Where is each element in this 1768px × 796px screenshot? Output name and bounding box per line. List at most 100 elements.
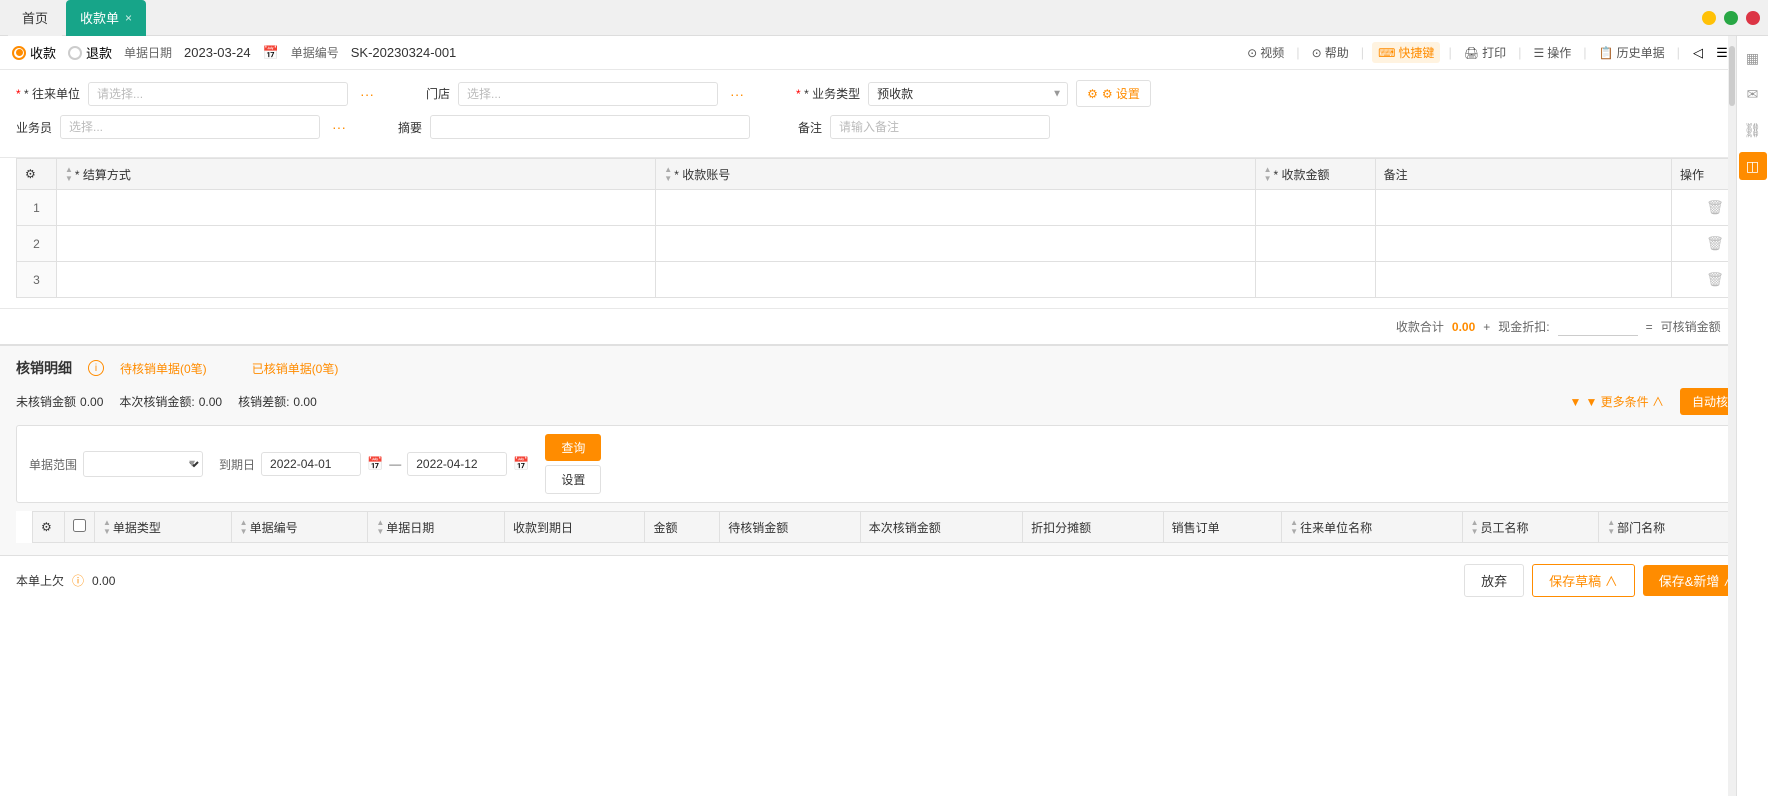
row-3-remark[interactable]	[1375, 262, 1671, 298]
radio-refund[interactable]: 退款	[68, 43, 112, 62]
discount-input[interactable]	[1558, 317, 1638, 336]
date-from-cal-icon[interactable]: 📅	[367, 456, 383, 472]
sidebar-active-icon[interactable]: ◫	[1739, 152, 1767, 180]
staff-more-btn[interactable]: ···	[328, 119, 350, 135]
verify-info-icon[interactable]: i	[88, 360, 104, 376]
settings-btn[interactable]: ⚙ ⚙ 设置	[1076, 80, 1151, 107]
tab-active[interactable]: 收款单 ×	[66, 0, 146, 36]
staff-input[interactable]	[60, 115, 320, 139]
staff-label: 业务员	[16, 119, 52, 136]
current-value: 0.00	[199, 395, 222, 409]
shop-input[interactable]	[458, 82, 718, 106]
help-btn[interactable]: ⊙ 帮助	[1308, 42, 1353, 63]
current-stat: 本次核销金额: 0.00	[119, 393, 222, 410]
history-btn[interactable]: 📋 历史单据	[1595, 42, 1669, 63]
row-1-amount[interactable]	[1255, 190, 1375, 226]
remark-input[interactable]	[830, 115, 1050, 139]
lower-table: ⚙ ▲▼ 单据类型 ▲▼	[32, 511, 1736, 543]
save-new-btn-label: 保存&新增 ∧	[1659, 571, 1736, 590]
scrollbar-thumb[interactable]	[1729, 46, 1735, 106]
table-row: 1 🗑 ⊞	[17, 190, 1752, 226]
minimize-btn[interactable]	[1702, 11, 1716, 25]
remark-label: 备注	[798, 119, 822, 136]
close-btn[interactable]	[1746, 11, 1760, 25]
tab-home[interactable]: 首页	[8, 0, 62, 36]
date-to-cal-icon[interactable]: 📅	[513, 456, 529, 472]
summary-label: 摘要	[398, 119, 422, 136]
current-label: 本次核销金额:	[119, 393, 194, 410]
lower-col-dept: ▲▼ 部门名称	[1599, 512, 1736, 543]
summary-input[interactable]	[430, 115, 750, 139]
row-1-remark[interactable]	[1375, 190, 1671, 226]
col-account: ▲▼ * 收款账号	[656, 159, 1255, 190]
row-3-amount[interactable]	[1255, 262, 1375, 298]
calendar-icon[interactable]: 📅	[263, 45, 279, 61]
row-2-account[interactable]	[656, 226, 1255, 262]
range-filter: 单据范围 ▼	[29, 451, 203, 477]
tab-close-btn[interactable]: ×	[125, 11, 132, 25]
discard-btn[interactable]: 放弃	[1464, 564, 1524, 597]
row-3-delete-icon[interactable]: 🗑	[1706, 271, 1724, 287]
partner-more-btn[interactable]: ···	[356, 86, 378, 102]
footer-info-icon[interactable]: ⓘ	[72, 572, 84, 589]
table-row: 2 🗑 ⊞	[17, 226, 1752, 262]
video-btn[interactable]: ⊙ 视频	[1243, 42, 1288, 63]
filter-settings-btn[interactable]: 设置	[545, 465, 601, 494]
date-from-input[interactable]	[261, 452, 361, 476]
biztype-input[interactable]	[868, 82, 1068, 106]
lower-col-order: 销售订单	[1163, 512, 1282, 543]
row-3-settlement[interactable]	[57, 262, 656, 298]
total-label: 收款合计	[1396, 318, 1444, 335]
row-1-settlement[interactable]	[57, 190, 656, 226]
row-1-num: 1	[17, 190, 57, 226]
lower-settings-col[interactable]: ⚙	[33, 512, 65, 543]
maximize-btn[interactable]	[1724, 11, 1738, 25]
lower-col-pending: 待核销金额	[720, 512, 860, 543]
query-btn[interactable]: 查询	[545, 434, 601, 461]
shop-label: 门店	[426, 85, 450, 102]
range-label: 单据范围	[29, 456, 77, 473]
lower-checkbox-col[interactable]	[65, 512, 95, 543]
shop-more-btn[interactable]: ···	[726, 86, 748, 102]
settings-icon: ⚙	[1087, 87, 1098, 101]
row-2-delete-icon[interactable]: 🗑	[1706, 235, 1724, 251]
row-2-amount[interactable]	[1255, 226, 1375, 262]
range-select[interactable]	[83, 451, 203, 477]
print-btn[interactable]: 🖨 打印	[1460, 42, 1510, 63]
table-section: ⚙ ▲▼ * 结算方式 ▲▼ * 收款账号	[0, 158, 1768, 308]
draft-btn[interactable]: 保存草稿 ∧	[1532, 564, 1635, 597]
col-amount: ▲▼ * 收款金额	[1255, 159, 1375, 190]
due-label: 到期日	[219, 456, 255, 473]
row-2-settlement[interactable]	[57, 226, 656, 262]
code-value: SK-20230324-001	[351, 45, 457, 60]
row-3-num: 3	[17, 262, 57, 298]
lower-col-staff: ▲▼ 员工名称	[1462, 512, 1599, 543]
date-to-input[interactable]	[407, 452, 507, 476]
range-select-wrapper: ▼	[83, 451, 203, 477]
verify-pending-tab[interactable]: 待核销单据(0笔)	[120, 360, 207, 377]
table-settings-col[interactable]: ⚙	[17, 159, 57, 190]
row-1-delete-icon[interactable]: 🗑	[1706, 199, 1724, 215]
col-settlement: ▲▼ * 结算方式	[57, 159, 656, 190]
sidebar-mail-icon[interactable]: ✉	[1739, 80, 1767, 108]
code-label: 单据编号	[291, 44, 339, 61]
filter-actions: 查询 设置	[545, 434, 601, 494]
select-all-checkbox[interactable]	[73, 519, 86, 532]
radio-receive-label: 收款	[30, 43, 56, 62]
sidebar-table-icon[interactable]: ▦	[1739, 44, 1767, 72]
layout-prev-icon[interactable]: ◁	[1688, 43, 1708, 63]
partner-input[interactable]	[88, 82, 348, 106]
date-label: 单据日期	[124, 44, 172, 61]
shortcut-btn[interactable]: ⌨ 快捷键	[1372, 42, 1440, 63]
row-3-account[interactable]	[656, 262, 1255, 298]
data-table: ⚙ ▲▼ * 结算方式 ▲▼ * 收款账号	[16, 158, 1752, 298]
radio-receive[interactable]: 收款	[12, 43, 56, 62]
row-2-remark[interactable]	[1375, 226, 1671, 262]
operation-btn[interactable]: ☰ 操作	[1529, 42, 1575, 63]
row-1-account[interactable]	[656, 190, 1255, 226]
lower-table-section: ⚙ ▲▼ 单据类型 ▲▼	[16, 511, 1752, 543]
verify-done-tab[interactable]: 已核销单据(0笔)	[252, 360, 339, 377]
sidebar-link-icon[interactable]: ⛓	[1739, 116, 1767, 144]
footer-left: 本单上欠 ⓘ 0.00	[16, 572, 115, 589]
filter-btn[interactable]: ▼ ▼ 更多条件 ∧	[1570, 393, 1664, 410]
